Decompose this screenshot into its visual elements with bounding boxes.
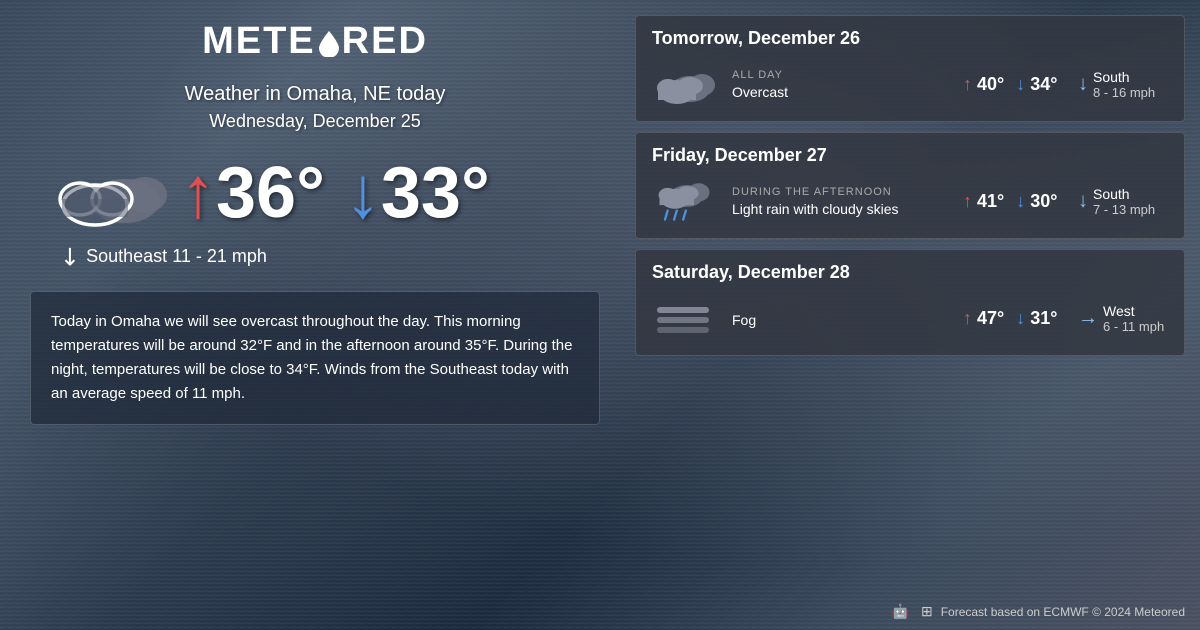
forecast-icon-0	[652, 59, 717, 109]
forecast-card-0: Tomorrow, December 26 ALL DAY Overcas	[635, 15, 1185, 122]
footer-text: Forecast based on ECMWF © 2024 Meteored	[941, 605, 1185, 619]
wind-direction-icon: ↗	[53, 239, 88, 274]
logo: METE RED	[30, 20, 600, 63]
location-title: Weather in Omaha, NE today	[30, 83, 600, 106]
temp-low-arrow: ↓	[345, 152, 381, 234]
forecast-body-0: ALL DAY Overcast ↑ 40° ↓ 34° ↑	[652, 59, 1168, 109]
forecast-wind-dir-2: West	[1103, 303, 1164, 319]
temp-low: ↓ 33°	[345, 152, 490, 234]
logo-drop-icon	[317, 20, 341, 63]
forecast-wind-2: → West 6 - 11 mph	[1078, 303, 1168, 334]
android-icon: 🤖	[892, 603, 909, 620]
condition-label-0: ALL DAY	[732, 69, 948, 81]
description-box: Today in Omaha we will see overcast thro…	[30, 291, 600, 425]
forecast-date-0: Tomorrow, December 26	[652, 28, 1168, 49]
weather-main: ↑ 36° ↓ 33°	[30, 152, 600, 234]
temp-high-value: 36°	[216, 152, 325, 234]
condition-text-1: Light rain with cloudy skies	[732, 201, 948, 217]
forecast-temps-0: ↑ 40° ↓ 34°	[963, 74, 1063, 95]
forecast-card-2: Saturday, December 28 Fog ↑	[635, 249, 1185, 356]
date-title: Wednesday, December 25	[30, 111, 600, 132]
description-text: Today in Omaha we will see overcast thro…	[51, 313, 572, 402]
temp-high: ↑ 36°	[180, 152, 325, 234]
fc-low-0: ↓ 34°	[1016, 74, 1057, 95]
forecast-card-1: Friday, December 27	[635, 132, 1185, 239]
forecast-body-1: DURING THE AFTERNOON Light rain with clo…	[652, 176, 1168, 226]
forecast-condition-2: Fog	[732, 309, 948, 328]
forecast-condition-1: DURING THE AFTERNOON Light rain with clo…	[732, 186, 948, 217]
fc-high-1: ↑ 41°	[963, 191, 1004, 212]
forecast-wind-1: ↑ South 7 - 13 mph	[1078, 186, 1168, 217]
forecast-icon-2	[652, 293, 717, 343]
fc-low-1: ↓ 30°	[1016, 191, 1057, 212]
condition-text-0: Overcast	[732, 84, 948, 100]
footer: 🤖 ⊞ Forecast based on ECMWF © 2024 Meteo…	[892, 603, 1185, 620]
forecast-wind-icon-1: ↑	[1078, 190, 1088, 213]
forecast-wind-dir-1: South	[1093, 186, 1155, 202]
forecast-body-2: Fog ↑ 47° ↓ 31° → West 6 -	[652, 293, 1168, 343]
left-panel: METE RED Weather in Omaha, NE today Wedn…	[0, 0, 630, 630]
fc-high-0: ↑ 40°	[963, 74, 1004, 95]
forecast-wind-spd-1: 7 - 13 mph	[1093, 202, 1155, 217]
footer-icons: 🤖 ⊞	[892, 603, 933, 620]
forecast-date-2: Saturday, December 28	[652, 262, 1168, 283]
forecast-temps-1: ↑ 41° ↓ 30°	[963, 191, 1063, 212]
forecast-wind-icon-2: →	[1078, 307, 1098, 330]
forecast-temps-2: ↑ 47° ↓ 31°	[963, 308, 1063, 329]
forecast-date-1: Friday, December 27	[652, 145, 1168, 166]
cloud-icon-large	[50, 153, 170, 233]
forecast-icon-1	[652, 176, 717, 226]
temp-high-arrow: ↑	[180, 152, 216, 234]
temp-low-value: 33°	[381, 152, 490, 234]
windows-icon: ⊞	[921, 603, 933, 620]
wind-speed: 11 - 21 mph	[172, 246, 267, 267]
forecast-wind-icon-0: ↑	[1078, 73, 1088, 96]
forecast-wind-0: ↑ South 8 - 16 mph	[1078, 69, 1168, 100]
forecast-wind-spd-2: 6 - 11 mph	[1103, 319, 1164, 334]
right-panel: Tomorrow, December 26 ALL DAY Overcas	[630, 0, 1200, 630]
logo-text: METE RED	[202, 20, 428, 63]
wind-info: ↗ Southeast 11 - 21 mph	[30, 242, 600, 271]
condition-text-2: Fog	[732, 312, 948, 328]
forecast-wind-spd-0: 8 - 16 mph	[1093, 85, 1155, 100]
forecast-wind-dir-0: South	[1093, 69, 1155, 85]
fc-high-2: ↑ 47°	[963, 308, 1004, 329]
condition-label-1: DURING THE AFTERNOON	[732, 186, 948, 198]
fc-low-2: ↓ 31°	[1016, 308, 1057, 329]
forecast-condition-0: ALL DAY Overcast	[732, 69, 948, 100]
wind-direction: Southeast	[86, 246, 167, 267]
temps-main: ↑ 36° ↓ 33°	[180, 152, 490, 234]
